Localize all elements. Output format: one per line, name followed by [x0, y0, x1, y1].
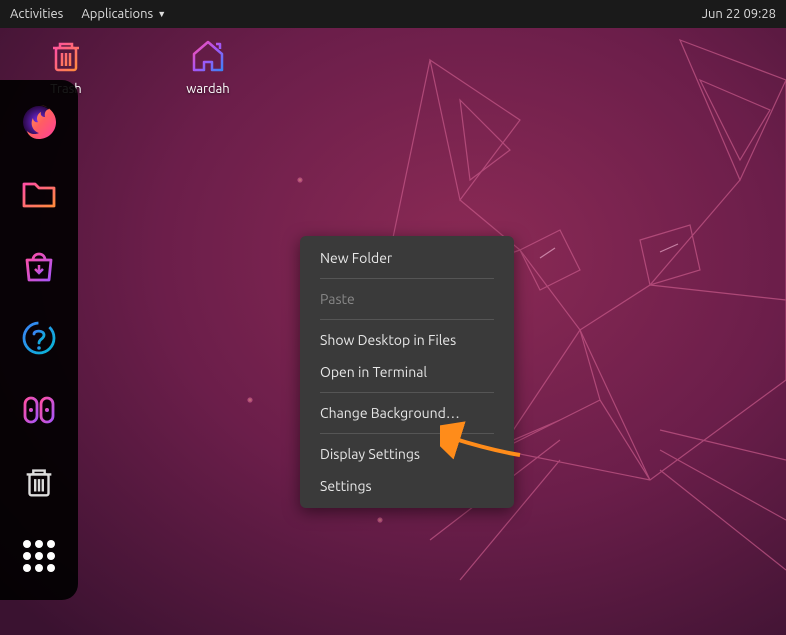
dock-item-files[interactable]	[17, 174, 61, 218]
activities-button[interactable]: Activities	[10, 7, 63, 21]
dock-item-apps[interactable]	[17, 534, 61, 578]
menu-show-desktop-files[interactable]: Show Desktop in Files	[300, 324, 514, 356]
applications-label: Applications	[81, 7, 153, 21]
desktop-icon-home[interactable]: wardah	[172, 34, 244, 96]
applications-menu[interactable]: Applications ▼	[81, 7, 166, 21]
menu-open-terminal[interactable]: Open in Terminal	[300, 356, 514, 388]
shopping-bag-icon	[19, 246, 59, 290]
menu-separator	[320, 392, 494, 393]
clock-label[interactable]: Jun 22 09:28	[702, 7, 776, 21]
chevron-down-icon: ▼	[157, 9, 166, 19]
trash-icon	[20, 463, 58, 505]
menu-separator	[320, 319, 494, 320]
help-icon	[19, 318, 59, 362]
home-icon	[186, 34, 230, 78]
menu-separator	[320, 433, 494, 434]
menu-separator	[320, 278, 494, 279]
menu-settings[interactable]: Settings	[300, 470, 514, 502]
menu-new-folder[interactable]: New Folder	[300, 242, 514, 274]
dock-item-help[interactable]	[17, 318, 61, 362]
desktop-icon-label: wardah	[186, 82, 229, 96]
dock-item-trash[interactable]	[17, 462, 61, 506]
menu-change-background[interactable]: Change Background…	[300, 397, 514, 429]
folder-icon	[19, 174, 59, 218]
dock-item-firefox[interactable]	[17, 102, 61, 146]
app-icon	[19, 390, 59, 434]
desktop-context-menu: New Folder Paste Show Desktop in Files O…	[300, 236, 514, 508]
firefox-icon	[18, 101, 60, 147]
apps-grid-icon	[23, 540, 55, 572]
dock-item-utility[interactable]	[17, 390, 61, 434]
menu-paste: Paste	[300, 283, 514, 315]
dock-item-software[interactable]	[17, 246, 61, 290]
trash-icon	[44, 34, 88, 78]
menu-display-settings[interactable]: Display Settings	[300, 438, 514, 470]
dock	[0, 80, 78, 600]
top-menubar: Activities Applications ▼ Jun 22 09:28	[0, 0, 786, 28]
